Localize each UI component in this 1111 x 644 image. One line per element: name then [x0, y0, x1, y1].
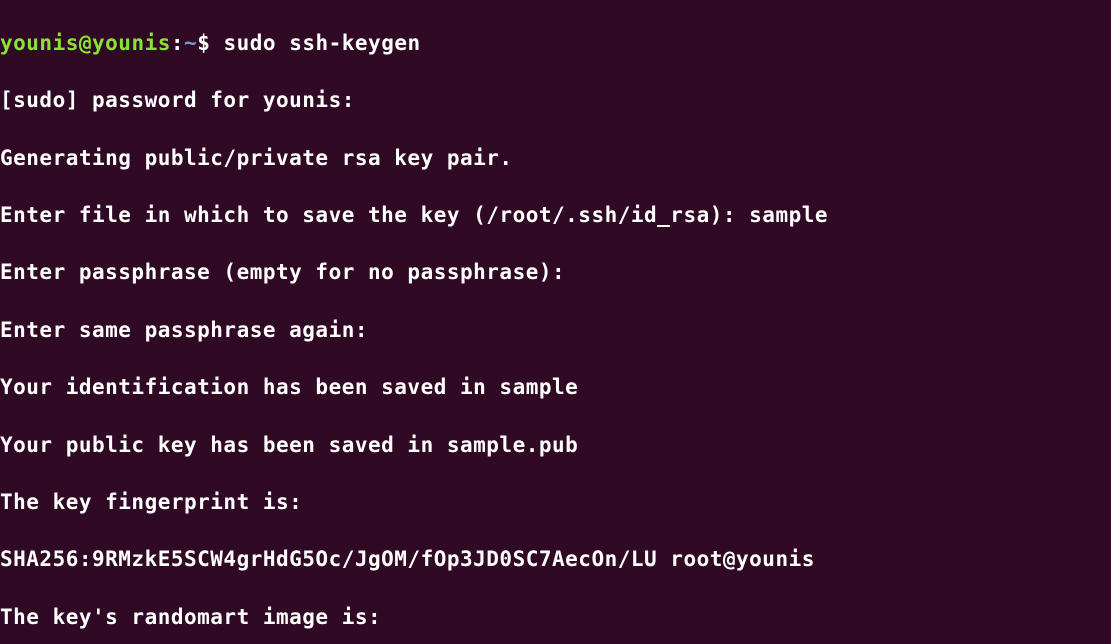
- prompt-host: younis: [92, 31, 171, 55]
- command-text: sudo ssh-keygen: [223, 31, 420, 55]
- prompt-symbol: $: [197, 31, 223, 55]
- output-line: [sudo] password for younis:: [0, 86, 1111, 115]
- output-line: SHA256:9RMzkE5SCW4grHdG5Oc/JgOM/fOp3JD0S…: [0, 545, 1111, 574]
- output-line: Your identification has been saved in sa…: [0, 373, 1111, 402]
- output-line: The key fingerprint is:: [0, 488, 1111, 517]
- output-line: The key's randomart image is:: [0, 603, 1111, 632]
- output-line: Enter file in which to save the key (/ro…: [0, 201, 1111, 230]
- prompt-colon: :: [171, 31, 184, 55]
- prompt-at: @: [79, 31, 92, 55]
- output-line: Your public key has been saved in sample…: [0, 431, 1111, 460]
- output-line: Enter passphrase (empty for no passphras…: [0, 258, 1111, 287]
- terminal-window[interactable]: younis@younis:~$ sudo ssh-keygen [sudo] …: [0, 0, 1111, 644]
- prompt-line-1[interactable]: younis@younis:~$ sudo ssh-keygen: [0, 29, 1111, 58]
- prompt-path: ~: [184, 31, 197, 55]
- prompt-user: younis: [0, 31, 79, 55]
- output-line: Enter same passphrase again:: [0, 316, 1111, 345]
- output-line: Generating public/private rsa key pair.: [0, 144, 1111, 173]
